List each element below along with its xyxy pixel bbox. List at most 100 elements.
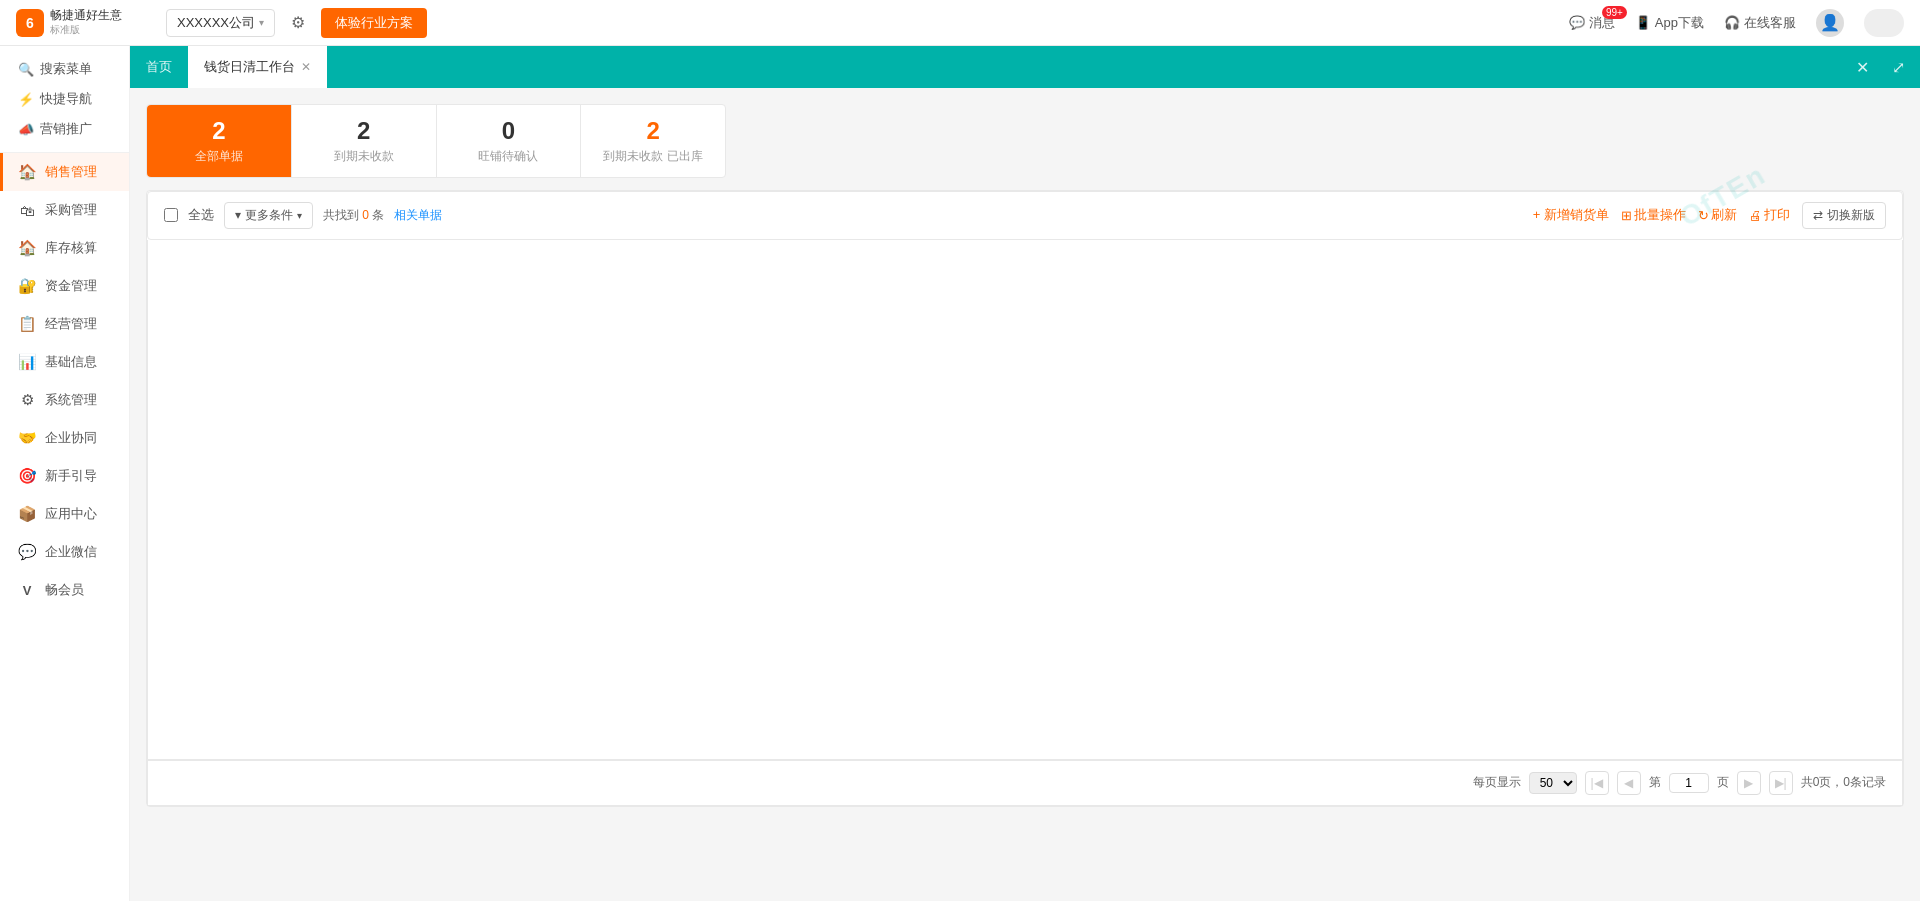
app-download-label: App下载 xyxy=(1655,14,1704,32)
refresh-icon: ↻ xyxy=(1698,208,1709,223)
box-icon: 📦 xyxy=(17,505,37,523)
tab-restore-button[interactable]: ⤢ xyxy=(1884,53,1912,81)
switch-icon: ⇄ xyxy=(1813,208,1823,222)
sidebar-item-system[interactable]: ⚙ 系统管理 xyxy=(0,381,129,419)
select-all-checkbox[interactable] xyxy=(164,208,178,222)
sidebar-item-label: 库存核算 xyxy=(45,239,97,257)
avatar[interactable]: 👤 xyxy=(1816,9,1844,37)
filter-label: 更多条件 xyxy=(245,207,293,224)
search-menu-item[interactable]: 🔍 搜索菜单 xyxy=(10,54,119,84)
sidebar-item-label: 畅会员 xyxy=(45,581,84,599)
pagination: 每页显示 50 |◀ ◀ 第 页 ▶ ▶| 共0页，0条记录 xyxy=(147,760,1903,806)
quick-nav-item[interactable]: ⚡ 快捷导航 xyxy=(10,84,119,114)
sidebar-item-guide[interactable]: 🎯 新手引导 xyxy=(0,457,129,495)
sidebar-item-finance[interactable]: 🔐 资金管理 xyxy=(0,267,129,305)
sidebar-item-appcenter[interactable]: 📦 应用中心 xyxy=(0,495,129,533)
stat-all-label: 全部单据 xyxy=(167,148,271,165)
quick-nav-label: 快捷导航 xyxy=(40,90,92,108)
stat-overdue[interactable]: 2 到期未收款 xyxy=(292,105,437,177)
top-header: 6 畅捷通好生意 标准版 XXXXXX公司 ▾ ⚙ 体验行业方案 💬 消息 99… xyxy=(0,0,1920,46)
result-prefix: 共找到 xyxy=(323,208,359,222)
main-content: 2 全部单据 2 到期未收款 0 旺铺待确认 2 到期未收款 已出库 全选 ▾ … xyxy=(130,88,1920,901)
page-label: 第 xyxy=(1649,774,1661,791)
stat-shipped-number: 2 xyxy=(601,117,705,146)
toolbar-left: 全选 ▾ 更多条件 ▾ 共找到 0 条 相关单据 xyxy=(164,202,442,229)
sidebar-item-label: 系统管理 xyxy=(45,391,97,409)
tab-workbench-label: 钱货日清工作台 xyxy=(204,58,295,76)
sidebar-item-baseinfo[interactable]: 📊 基础信息 xyxy=(0,343,129,381)
tab-close-button[interactable]: ✕ xyxy=(1848,53,1876,81)
sidebar: 🔍 搜索菜单 ⚡ 快捷导航 📣 营销推广 🏠 销售管理 🛍 采购管理 🏠 库存核… xyxy=(0,0,130,901)
related-orders-link[interactable]: 相关单据 xyxy=(394,207,442,224)
add-btn-label: + 新增销货单 xyxy=(1533,206,1609,224)
stat-shipped[interactable]: 2 到期未收款 已出库 xyxy=(581,105,725,177)
prev-page-button[interactable]: ◀ xyxy=(1617,771,1641,795)
sidebar-item-label: 企业微信 xyxy=(45,543,97,561)
batch-icon: ⊞ xyxy=(1621,208,1632,223)
print-label: 打印 xyxy=(1764,206,1790,224)
app-download-button[interactable]: 📱 App下载 xyxy=(1635,14,1704,32)
sidebar-item-purchase[interactable]: 🛍 采购管理 xyxy=(0,191,129,229)
stat-overdue-label: 到期未收款 xyxy=(312,148,416,165)
user-name-area xyxy=(1864,9,1904,37)
messages-badge: 99+ xyxy=(1602,6,1627,19)
sidebar-item-wechat[interactable]: 💬 企业微信 xyxy=(0,533,129,571)
sidebar-item-label: 销售管理 xyxy=(45,163,97,181)
switch-label: 切换新版 xyxy=(1827,207,1875,224)
tab-workbench[interactable]: 钱货日清工作台 ✕ xyxy=(188,46,327,88)
handshake-icon: 🤝 xyxy=(17,429,37,447)
logo-area: 6 畅捷通好生意 标准版 xyxy=(16,8,146,38)
sidebar-item-sales[interactable]: 🏠 销售管理 xyxy=(0,153,129,191)
sidebar-item-cooperation[interactable]: 🤝 企业协同 xyxy=(0,419,129,457)
sidebar-item-label: 经营管理 xyxy=(45,315,97,333)
tab-bar: 首页 钱货日清工作台 ✕ ✕ ⤢ xyxy=(130,46,1920,88)
logo-name: 畅捷通好生意 xyxy=(50,8,122,24)
select-all-label: 全选 xyxy=(188,206,214,224)
phone-icon: 📱 xyxy=(1635,15,1651,30)
stat-all-number: 2 xyxy=(167,117,271,146)
headset-icon: 🎧 xyxy=(1724,15,1740,30)
trial-button[interactable]: 体验行业方案 xyxy=(321,8,427,38)
add-sales-order-button[interactable]: + 新增销货单 xyxy=(1533,206,1609,224)
batch-btn-label: 批量操作 xyxy=(1634,206,1686,224)
lock-icon: 🔐 xyxy=(17,277,37,295)
company-selector[interactable]: XXXXXX公司 ▾ xyxy=(166,9,275,37)
stat-all[interactable]: 2 全部单据 xyxy=(147,105,292,177)
result-unit: 条 xyxy=(372,208,384,222)
toolbar-right: + 新增销货单 ⊞ 批量操作 ↻ 刷新 🖨 打印 ⇄ 切换新版 xyxy=(1533,202,1886,229)
first-page-button[interactable]: |◀ xyxy=(1585,771,1609,795)
page-input[interactable] xyxy=(1669,773,1709,793)
company-name: XXXXXX公司 xyxy=(177,14,255,32)
more-filters-button[interactable]: ▾ 更多条件 ▾ xyxy=(224,202,313,229)
settings-button[interactable]: ⚙ xyxy=(283,8,313,38)
settings-nav-icon: ⚙ xyxy=(17,391,37,409)
result-text: 共找到 0 条 xyxy=(323,207,384,224)
last-page-button[interactable]: ▶| xyxy=(1769,771,1793,795)
sidebar-item-inventory[interactable]: 🏠 库存核算 xyxy=(0,229,129,267)
tab-home[interactable]: 首页 xyxy=(130,46,188,88)
marketing-item[interactable]: 📣 营销推广 xyxy=(10,114,119,144)
online-service-button[interactable]: 🎧 在线客服 xyxy=(1724,14,1796,32)
chat-icon: 💬 xyxy=(17,543,37,561)
batch-operation-button[interactable]: ⊞ 批量操作 xyxy=(1621,206,1686,224)
per-page-select[interactable]: 50 xyxy=(1529,772,1577,794)
sidebar-item-label: 采购管理 xyxy=(45,201,97,219)
refresh-label: 刷新 xyxy=(1711,206,1737,224)
tab-bar-actions: ✕ ⤢ xyxy=(1848,53,1920,81)
refresh-button[interactable]: ↻ 刷新 xyxy=(1698,206,1737,224)
home-icon: 🏠 xyxy=(17,163,37,181)
header-right: 💬 消息 99+ 📱 App下载 🎧 在线客服 👤 xyxy=(1569,9,1904,37)
tab-home-label: 首页 xyxy=(146,58,172,76)
sidebar-item-member[interactable]: V 畅会员 xyxy=(0,571,129,609)
next-page-button[interactable]: ▶ xyxy=(1737,771,1761,795)
switch-version-button[interactable]: ⇄ 切换新版 xyxy=(1802,202,1886,229)
sidebar-item-operations[interactable]: 📋 经营管理 xyxy=(0,305,129,343)
user-icon: 👤 xyxy=(1820,13,1840,32)
tab-close-icon[interactable]: ✕ xyxy=(301,60,311,74)
stat-pending[interactable]: 0 旺铺待确认 xyxy=(437,105,582,177)
print-button[interactable]: 🖨 打印 xyxy=(1749,206,1790,224)
quick-nav-icon: ⚡ xyxy=(18,92,34,107)
marketing-label: 营销推广 xyxy=(40,120,92,138)
messages-button[interactable]: 💬 消息 99+ xyxy=(1569,14,1615,32)
content-box: 全选 ▾ 更多条件 ▾ 共找到 0 条 相关单据 + 新增销货单 ⊞ xyxy=(146,190,1904,807)
